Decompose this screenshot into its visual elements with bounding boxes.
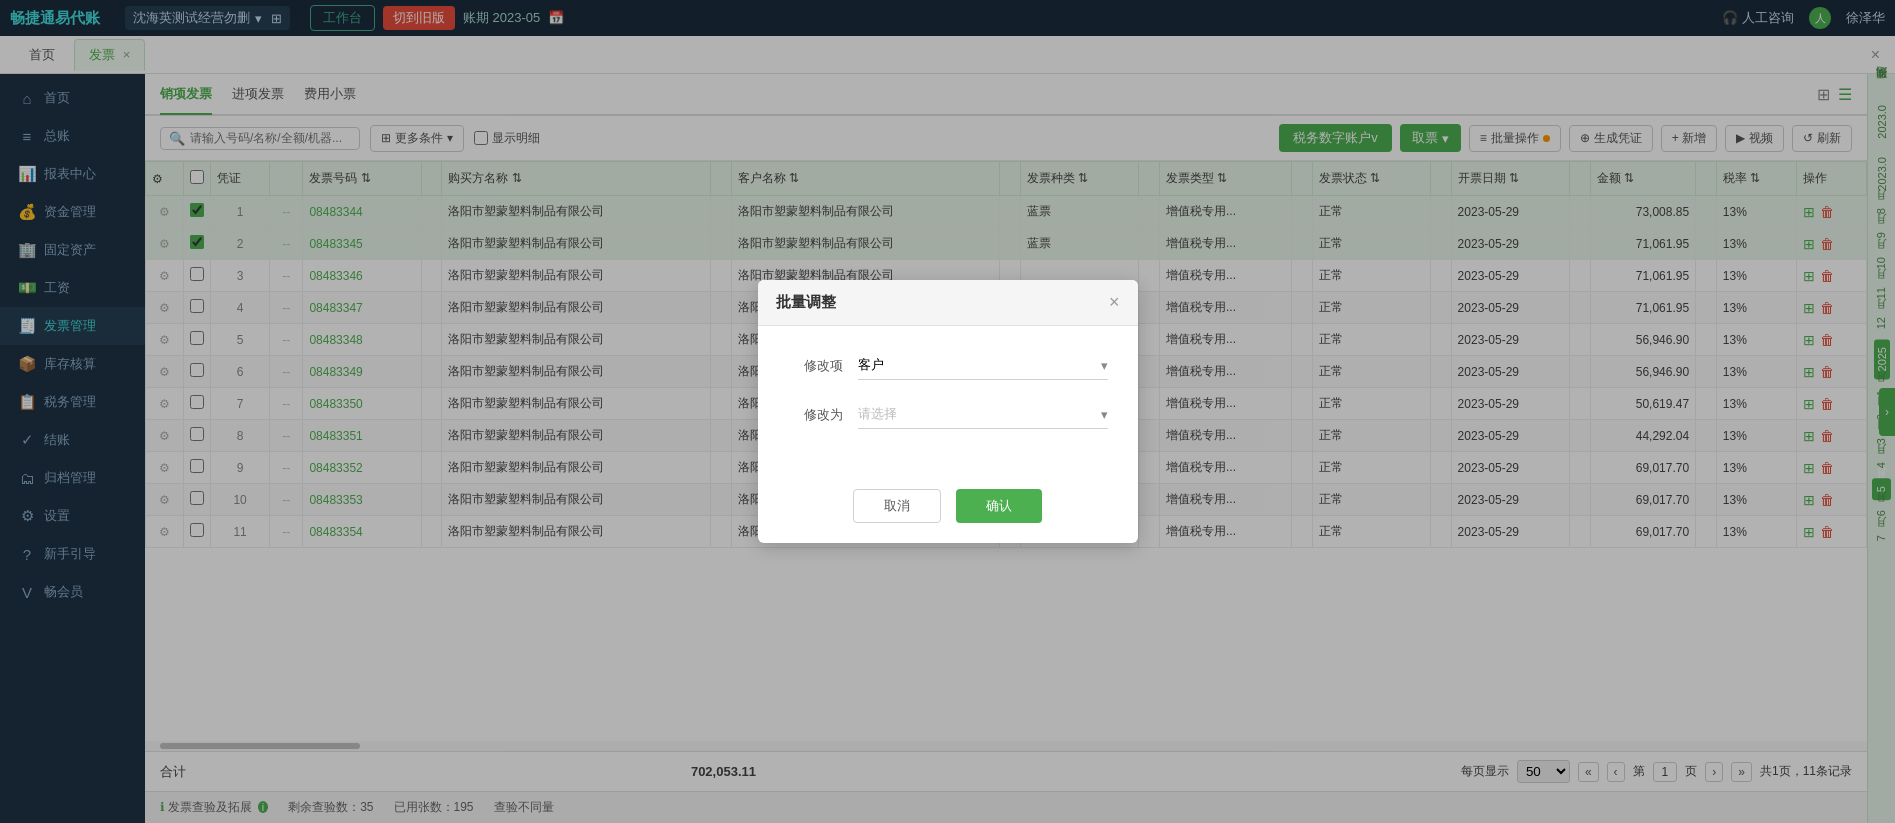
modify-target-placeholder: 请选择	[858, 405, 897, 423]
modify-field-label: 修改项	[788, 357, 843, 375]
modal-footer: 取消 确认	[758, 474, 1138, 543]
modify-field-select[interactable]: 客户 ▾	[858, 351, 1108, 380]
modal-cancel-button[interactable]: 取消	[853, 489, 941, 523]
modify-target-row: 修改为 请选择 ▾	[788, 400, 1108, 429]
modify-field-value: 客户	[858, 356, 884, 374]
modal-close-button[interactable]: ×	[1109, 292, 1120, 313]
target-dropdown-icon: ▾	[1101, 407, 1108, 422]
modal-title: 批量调整	[776, 293, 836, 312]
modal-confirm-button[interactable]: 确认	[956, 489, 1042, 523]
batch-adjust-modal: 批量调整 × 修改项 客户 ▾ 修改为 请选择 ▾ 取消 确认	[758, 280, 1138, 543]
modal-header: 批量调整 ×	[758, 280, 1138, 326]
modify-target-select[interactable]: 请选择 ▾	[858, 400, 1108, 429]
modal-overlay: 批量调整 × 修改项 客户 ▾ 修改为 请选择 ▾ 取消 确认	[0, 0, 1895, 823]
modal-body: 修改项 客户 ▾ 修改为 请选择 ▾	[758, 326, 1138, 474]
modify-field-row: 修改项 客户 ▾	[788, 351, 1108, 380]
modify-target-label: 修改为	[788, 406, 843, 424]
field-dropdown-icon: ▾	[1101, 358, 1108, 373]
